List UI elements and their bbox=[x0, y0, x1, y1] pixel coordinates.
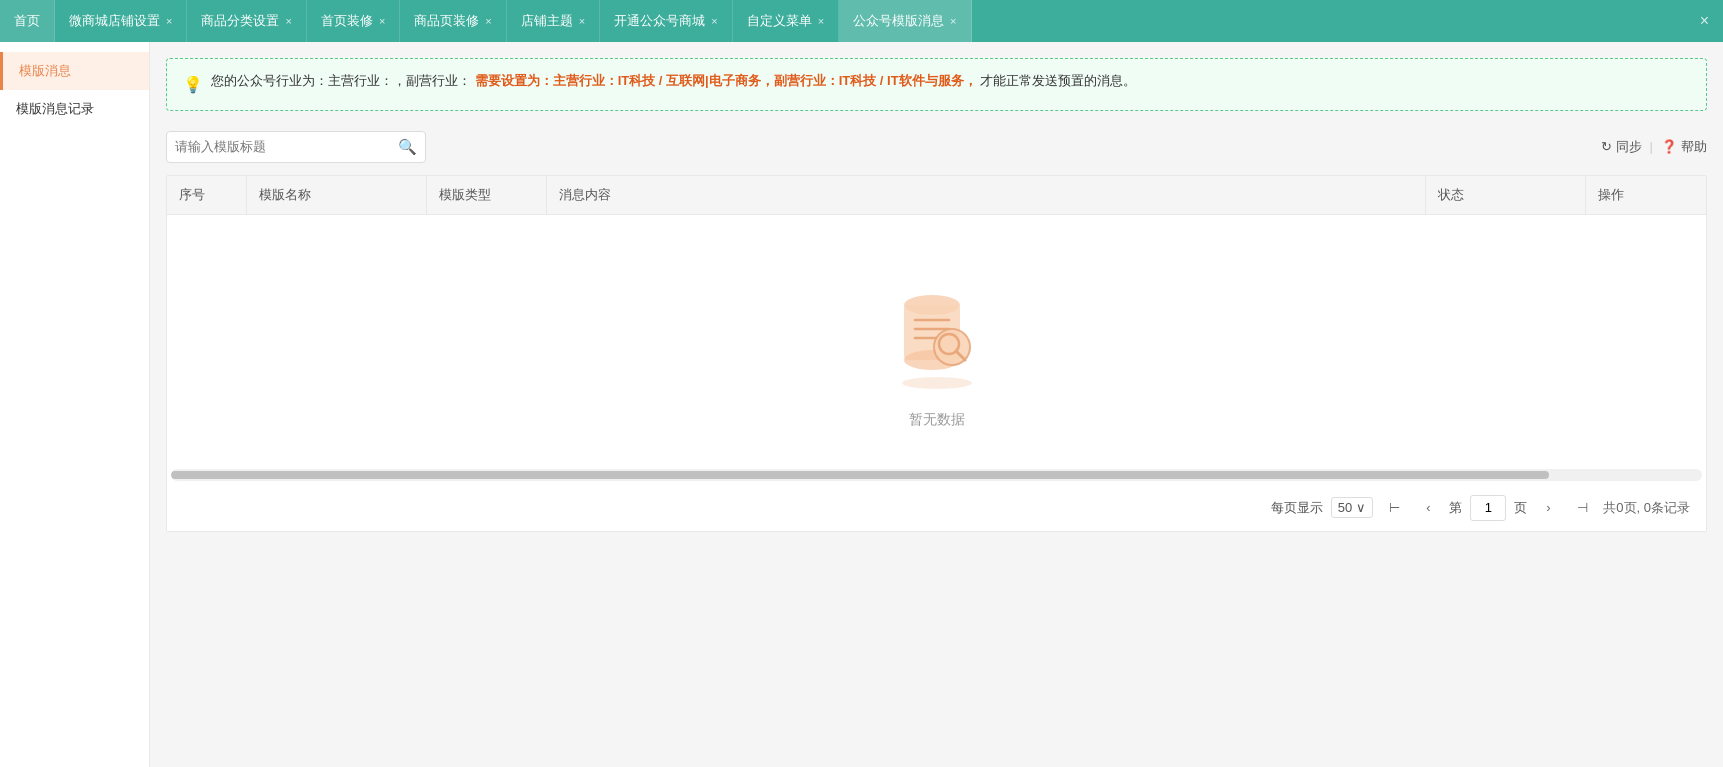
nav-tab-home-decor-label: 首页装修 bbox=[321, 12, 373, 30]
notice-suffix: 才能正常发送预置的消息。 bbox=[980, 73, 1136, 88]
nav-tab-open-mall-close[interactable]: × bbox=[711, 15, 717, 27]
nav-tab-template-msg-label: 公众号模版消息 bbox=[853, 12, 944, 30]
table-wrap: 序号 模版名称 模版类型 消息内容 状态 操作 bbox=[166, 175, 1707, 532]
sync-label: 同步 bbox=[1616, 138, 1642, 156]
page-number-input[interactable] bbox=[1470, 495, 1506, 521]
top-nav: 首页 微商城店铺设置 × 商品分类设置 × 首页装修 × 商品页装修 × 店铺主… bbox=[0, 0, 1723, 42]
notice-highlight: 需要设置为：主营行业：IT科技 / 互联网|电子商务，副营行业：IT科技 / I… bbox=[475, 73, 977, 88]
bulb-icon: 💡 bbox=[183, 72, 203, 98]
help-label: 帮助 bbox=[1681, 138, 1707, 156]
page-size-select[interactable]: 50 ∨ bbox=[1331, 497, 1373, 518]
empty-text: 暂无数据 bbox=[909, 411, 965, 429]
nav-tab-store-settings-close[interactable]: × bbox=[166, 15, 172, 27]
nav-tab-home-label: 首页 bbox=[14, 12, 40, 30]
nav-tab-home-decor-close[interactable]: × bbox=[379, 15, 385, 27]
page-word: 第 bbox=[1449, 499, 1462, 517]
content-area: 💡 您的公众号行业为：主营行业：，副营行业： 需要设置为：主营行业：IT科技 /… bbox=[150, 42, 1723, 767]
nav-close-all-button[interactable]: × bbox=[1686, 12, 1723, 30]
sidebar-item-template-msg[interactable]: 模版消息 bbox=[0, 52, 149, 90]
nav-tab-open-mall-label: 开通公众号商城 bbox=[614, 12, 705, 30]
nav-tab-product-decor-label: 商品页装修 bbox=[414, 12, 479, 30]
sidebar-item-template-msg-record-label: 模版消息记录 bbox=[16, 101, 94, 116]
nav-tab-category-settings[interactable]: 商品分类设置 × bbox=[187, 0, 306, 42]
col-header-content: 消息内容 bbox=[547, 176, 1426, 214]
page-first-button[interactable]: ⊢ bbox=[1381, 495, 1407, 521]
nav-tab-store-theme-close[interactable]: × bbox=[579, 15, 585, 27]
nav-tab-open-mall[interactable]: 开通公众号商城 × bbox=[600, 0, 732, 42]
nav-tab-store-settings[interactable]: 微商城店铺设置 × bbox=[55, 0, 187, 42]
search-row: 🔍 ↻ 同步 | ❓ 帮助 bbox=[166, 131, 1707, 163]
nav-tab-template-msg[interactable]: 公众号模版消息 × bbox=[839, 0, 971, 42]
horizontal-scrollbar[interactable] bbox=[171, 469, 1702, 481]
notice-text: 您的公众号行业为：主营行业：，副营行业： 需要设置为：主营行业：IT科技 / 互… bbox=[211, 71, 1136, 92]
sidebar: 模版消息 模版消息记录 bbox=[0, 42, 150, 767]
nav-tab-category-settings-label: 商品分类设置 bbox=[201, 12, 279, 30]
svg-point-9 bbox=[902, 377, 972, 389]
help-button[interactable]: ❓ 帮助 bbox=[1661, 138, 1707, 156]
nav-tab-product-decor-close[interactable]: × bbox=[485, 15, 491, 27]
nav-tab-product-decor[interactable]: 商品页装修 × bbox=[400, 0, 506, 42]
scrollbar-thumb bbox=[171, 471, 1549, 479]
page-prev-button[interactable]: ‹ bbox=[1415, 495, 1441, 521]
col-header-type: 模版类型 bbox=[427, 176, 547, 214]
empty-svg bbox=[877, 275, 997, 395]
sidebar-item-template-msg-record[interactable]: 模版消息记录 bbox=[0, 90, 149, 128]
page-size-chevron: ∨ bbox=[1356, 500, 1366, 515]
main-layout: 模版消息 模版消息记录 💡 您的公众号行业为：主营行业：，副营行业： 需要设置为… bbox=[0, 42, 1723, 767]
search-input[interactable] bbox=[175, 139, 398, 154]
nav-tab-template-msg-close[interactable]: × bbox=[950, 15, 956, 27]
help-icon: ❓ bbox=[1661, 139, 1677, 154]
page-size-label: 每页显示 bbox=[1271, 499, 1323, 517]
page-unit: 页 bbox=[1514, 499, 1527, 517]
nav-tab-category-settings-close[interactable]: × bbox=[285, 15, 291, 27]
empty-illustration bbox=[877, 275, 997, 395]
col-header-name: 模版名称 bbox=[247, 176, 427, 214]
col-header-status: 状态 bbox=[1426, 176, 1586, 214]
nav-tab-store-settings-label: 微商城店铺设置 bbox=[69, 12, 160, 30]
col-header-action: 操作 bbox=[1586, 176, 1706, 214]
nav-tab-custom-menu-label: 自定义菜单 bbox=[747, 12, 812, 30]
nav-tab-home[interactable]: 首页 bbox=[0, 0, 55, 42]
search-icon[interactable]: 🔍 bbox=[398, 138, 417, 156]
nav-tab-custom-menu-close[interactable]: × bbox=[818, 15, 824, 27]
nav-tab-custom-menu[interactable]: 自定义菜单 × bbox=[733, 0, 839, 42]
divider: | bbox=[1650, 139, 1653, 154]
page-last-button[interactable]: ⊣ bbox=[1569, 495, 1595, 521]
page-size-value: 50 bbox=[1338, 500, 1352, 515]
pagination: 每页显示 50 ∨ ⊢ ‹ 第 页 › ⊣ 共0页, 0条记录 bbox=[167, 485, 1706, 531]
sidebar-item-template-msg-label: 模版消息 bbox=[19, 63, 71, 78]
sync-button[interactable]: ↻ 同步 bbox=[1601, 138, 1642, 156]
sync-icon: ↻ bbox=[1601, 139, 1612, 154]
col-header-index: 序号 bbox=[167, 176, 247, 214]
empty-state: 暂无数据 bbox=[167, 215, 1706, 469]
page-next-button[interactable]: › bbox=[1535, 495, 1561, 521]
table-header: 序号 模版名称 模版类型 消息内容 状态 操作 bbox=[167, 176, 1706, 215]
nav-tab-store-theme-label: 店铺主题 bbox=[521, 12, 573, 30]
notice-prefix: 您的公众号行业为：主营行业：，副营行业： bbox=[211, 73, 471, 88]
search-actions: ↻ 同步 | ❓ 帮助 bbox=[1601, 138, 1707, 156]
search-input-wrap: 🔍 bbox=[166, 131, 426, 163]
notice-box: 💡 您的公众号行业为：主营行业：，副营行业： 需要设置为：主营行业：IT科技 /… bbox=[166, 58, 1707, 111]
total-info: 共0页, 0条记录 bbox=[1603, 499, 1690, 517]
nav-tab-home-decor[interactable]: 首页装修 × bbox=[307, 0, 400, 42]
nav-tab-store-theme[interactable]: 店铺主题 × bbox=[507, 0, 600, 42]
